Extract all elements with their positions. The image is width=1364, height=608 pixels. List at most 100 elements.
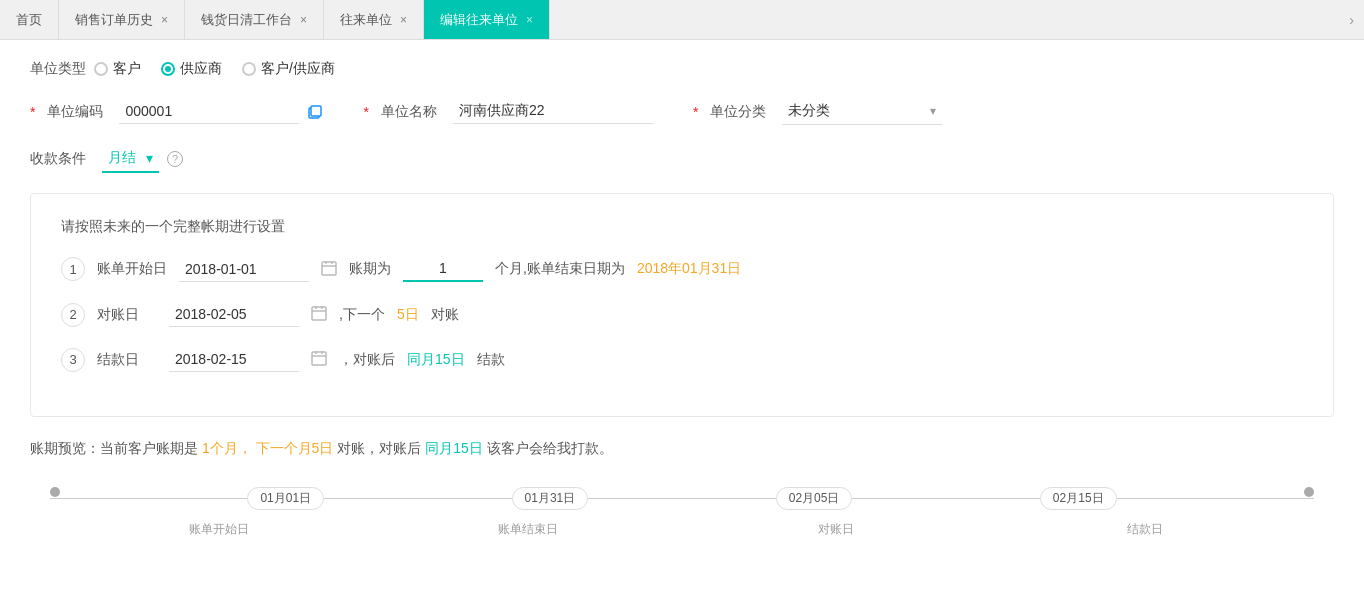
- tab-home-label: 首页: [16, 11, 42, 29]
- payment-condition-arrow-icon: ▾: [146, 150, 153, 166]
- radio-supplier-circle: [161, 62, 175, 76]
- preview-suffix: 该客户会给我打款。: [487, 440, 613, 456]
- row-desc-reconcile-after: 对账: [431, 306, 459, 324]
- setting-card: 请按照未来的一个完整帐期进行设置 1 账单开始日 账期为 个月,账单结束日期为 …: [30, 193, 1334, 417]
- payment-date-input[interactable]: [169, 347, 299, 372]
- start-date-cal-icon[interactable]: [321, 260, 337, 279]
- tab-partner-close[interactable]: ×: [400, 13, 407, 27]
- tabs-chevron-icon: ›: [1349, 12, 1354, 28]
- reconcile-date-cal-icon[interactable]: [311, 305, 327, 324]
- payment-row: 收款条件 月结 ▾ ?: [30, 145, 1334, 173]
- unit-name-star: *: [363, 104, 368, 120]
- row-desc-period-unit: 个月,账单结束日期为: [495, 260, 625, 278]
- unit-name-group: * 单位名称: [363, 99, 652, 124]
- row-desc-payment-before: ，对账后: [339, 351, 395, 369]
- help-icon[interactable]: ?: [167, 151, 183, 167]
- timeline-tag-2: 01月31日: [512, 487, 589, 510]
- svg-rect-10: [312, 352, 326, 365]
- tab-home[interactable]: 首页: [0, 0, 59, 39]
- row-desc-payment-after: 结款: [477, 351, 505, 369]
- svg-rect-1: [311, 106, 321, 116]
- unit-category-label: 单位分类: [710, 103, 766, 121]
- reconcile-highlight: 5日: [397, 306, 419, 324]
- preview-section: 账期预览：当前客户账期是 1个月， 下一个月5日 对账，对账后 同月15日 该客…: [30, 437, 1334, 459]
- unit-info-row: * 单位编码 * 单位名称 * 单位分类 未分类 ▾: [30, 98, 1334, 125]
- preview-part2: 下一个月5日: [256, 440, 334, 456]
- tabs-more-button[interactable]: ›: [1339, 0, 1364, 39]
- tab-sales-order-history[interactable]: 销售订单历史 ×: [59, 0, 185, 39]
- unit-type-label: 单位类型: [30, 60, 86, 78]
- tab-cash-work[interactable]: 钱货日清工作台 ×: [185, 0, 324, 39]
- period-end-date: 2018年01月31日: [637, 260, 741, 278]
- main-content: 单位类型 客户 供应商 客户/供应商 * 单位编码: [0, 40, 1364, 608]
- tab-edit-partner[interactable]: 编辑往来单位 ×: [424, 0, 550, 39]
- payment-condition-value: 月结: [108, 149, 136, 167]
- unit-code-label: 单位编码: [47, 103, 103, 121]
- svg-rect-2: [322, 262, 336, 275]
- tab-cash-label: 钱货日清工作台: [201, 11, 292, 29]
- radio-both[interactable]: 客户/供应商: [242, 60, 335, 78]
- unit-type-row: 单位类型 客户 供应商 客户/供应商: [30, 60, 1334, 78]
- unit-category-group: * 单位分类 未分类 ▾: [693, 98, 942, 125]
- row-label-3: 结款日: [97, 351, 157, 369]
- timeline-node-2: 01月31日: [512, 487, 589, 510]
- timeline-node-4: 02月15日: [1040, 487, 1117, 510]
- unit-category-value: 未分类: [788, 102, 830, 120]
- unit-type-radio-group: 客户 供应商 客户/供应商: [94, 60, 335, 78]
- timeline-tag-3: 02月05日: [776, 487, 853, 510]
- unit-category-star: *: [693, 104, 698, 120]
- start-date-input[interactable]: [179, 257, 309, 282]
- radio-supplier[interactable]: 供应商: [161, 60, 222, 78]
- row-num-3: 3: [61, 348, 85, 372]
- unit-category-select[interactable]: 未分类 ▾: [782, 98, 942, 125]
- preview-part3: 同月15日: [425, 440, 483, 456]
- unit-category-arrow-icon: ▾: [930, 104, 936, 118]
- unit-code-group: * 单位编码: [30, 99, 323, 124]
- radio-supplier-label: 供应商: [180, 60, 222, 78]
- tab-partner-label: 往来单位: [340, 11, 392, 29]
- tab-sales-label: 销售订单历史: [75, 11, 153, 29]
- unit-code-star: *: [30, 104, 35, 120]
- radio-customer-label: 客户: [113, 60, 141, 78]
- timeline-sublabel-3: 对账日: [682, 521, 991, 538]
- tab-sales-close[interactable]: ×: [161, 13, 168, 27]
- unit-name-input[interactable]: [453, 99, 653, 124]
- payment-condition-label: 收款条件: [30, 150, 86, 168]
- payment-condition-select[interactable]: 月结 ▾: [102, 145, 159, 173]
- tab-edit-partner-label: 编辑往来单位: [440, 11, 518, 29]
- setting-row-3: 3 结款日 ，对账后 同月15日 结款: [61, 347, 1303, 372]
- unit-code-copy-icon[interactable]: [307, 103, 323, 120]
- payment-date-cal-icon[interactable]: [311, 350, 327, 369]
- timeline-nodes: 01月01日 01月31日 02月05日 02月15日: [50, 487, 1314, 510]
- timeline-sublabel-1: 账单开始日: [65, 521, 374, 538]
- timeline-tag-4: 02月15日: [1040, 487, 1117, 510]
- svg-rect-6: [312, 307, 326, 320]
- row-label-1: 账单开始日: [97, 260, 167, 278]
- tab-cash-close[interactable]: ×: [300, 13, 307, 27]
- timeline-container: 01月01日 01月31日 02月05日 02月15日: [30, 483, 1334, 538]
- timeline-track: 01月01日 01月31日 02月05日 02月15日: [50, 483, 1314, 513]
- timeline-sublabel-2: 账单结束日: [374, 521, 683, 538]
- row-label-2: 对账日: [97, 306, 157, 324]
- radio-both-label: 客户/供应商: [261, 60, 335, 78]
- timeline-sublabel-4: 结款日: [991, 521, 1300, 538]
- radio-both-circle: [242, 62, 256, 76]
- radio-customer[interactable]: 客户: [94, 60, 141, 78]
- preview-middle: 对账，对账后: [337, 440, 421, 456]
- timeline-label-spacer-start: [55, 521, 65, 538]
- tab-partner[interactable]: 往来单位 ×: [324, 0, 424, 39]
- radio-customer-circle: [94, 62, 108, 76]
- row-num-1: 1: [61, 257, 85, 281]
- preview-part1: 1个月，: [202, 440, 252, 456]
- row-desc-reconcile-before: ,下一个: [339, 306, 385, 324]
- preview-prefix: 账期预览：当前客户账期是: [30, 440, 198, 456]
- setting-row-2: 2 对账日 ,下一个 5日 对账: [61, 302, 1303, 327]
- timeline-node-3: 02月05日: [776, 487, 853, 510]
- reconcile-date-input[interactable]: [169, 302, 299, 327]
- period-input[interactable]: [403, 256, 483, 282]
- unit-name-label: 单位名称: [381, 103, 437, 121]
- timeline-start-dot: [50, 487, 60, 497]
- tab-edit-partner-close[interactable]: ×: [526, 13, 533, 27]
- unit-code-input[interactable]: [119, 99, 299, 124]
- row-desc-period-label: 账期为: [349, 260, 391, 278]
